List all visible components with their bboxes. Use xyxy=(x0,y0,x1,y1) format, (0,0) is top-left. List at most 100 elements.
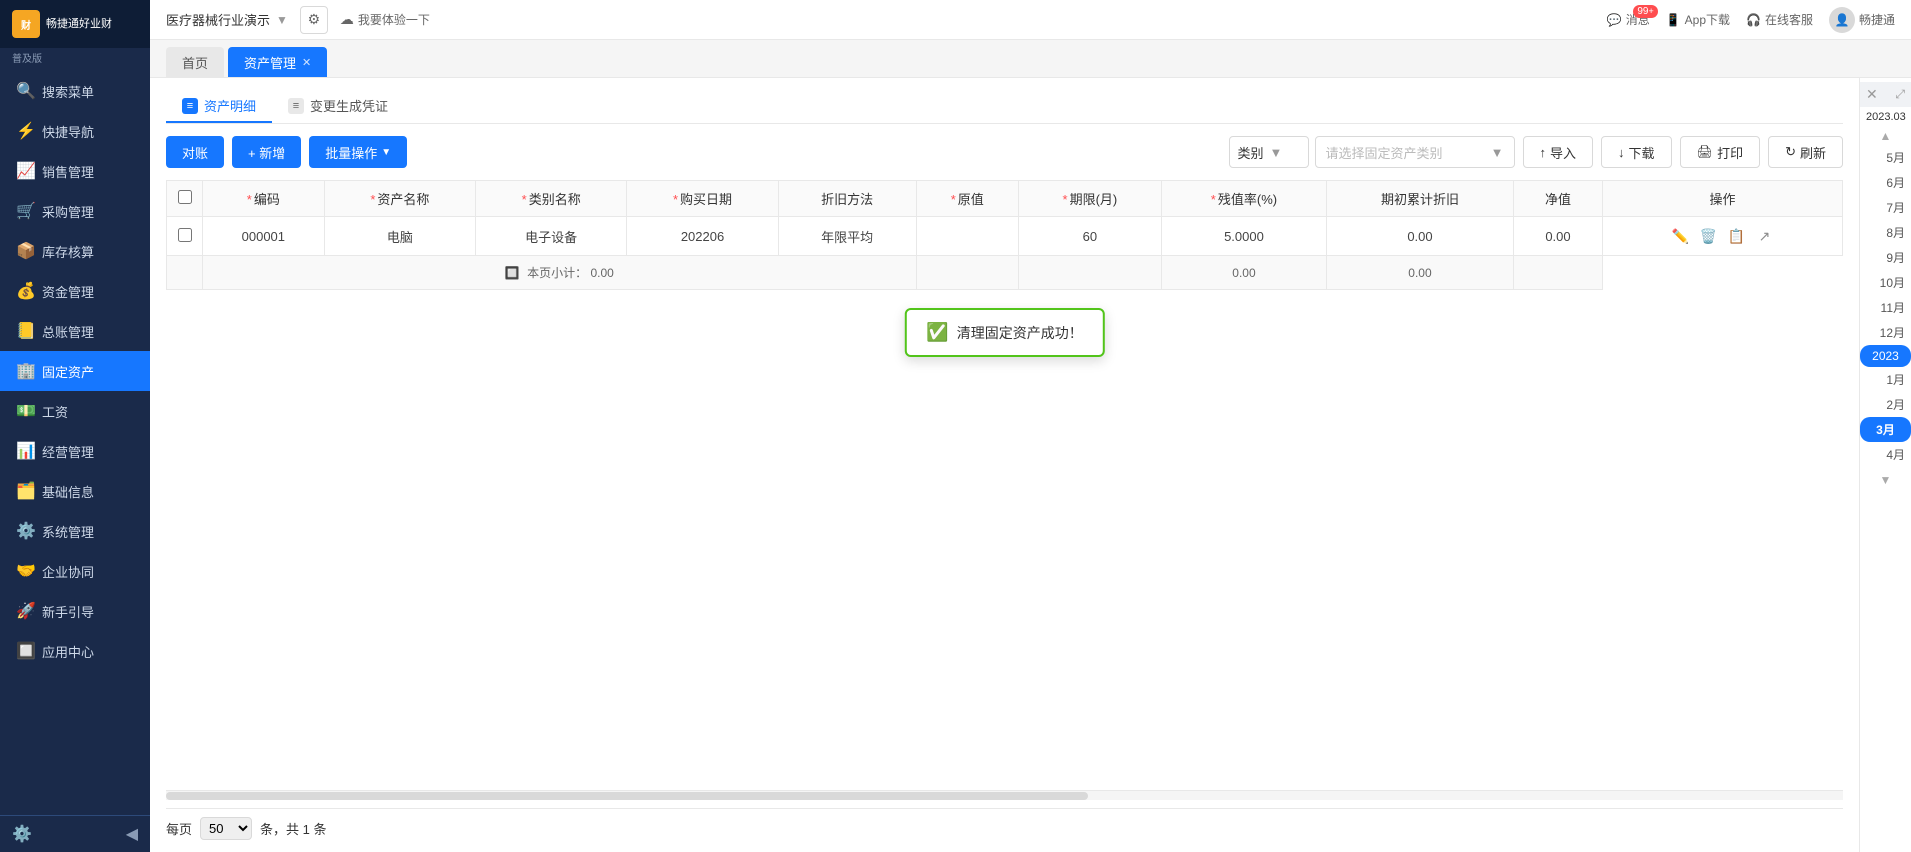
panel-month-apr[interactable]: 4月 xyxy=(1860,442,1911,467)
app-download-button[interactable]: 📱 App下载 xyxy=(1666,11,1730,28)
sidebar-item-app-center[interactable]: 🔲 应用中心 xyxy=(0,631,150,671)
experience-button[interactable]: ☁ 我要体验一下 xyxy=(340,11,430,28)
sub-tab-change-voucher[interactable]: ≡ 变更生成凭证 xyxy=(272,90,404,123)
sidebar-item-guide[interactable]: 🚀 新手引导 xyxy=(0,591,150,631)
category-placeholder-input[interactable]: 请选择固定资产类别 ▼ xyxy=(1315,136,1515,168)
panel-month-5[interactable]: 5月 xyxy=(1860,145,1911,170)
system-icon: ⚙️ xyxy=(16,521,34,541)
col-header-code: *编码 xyxy=(203,181,325,217)
download-button[interactable]: ↓ 下载 xyxy=(1601,136,1672,168)
sidebar-item-label: 库存核算 xyxy=(42,242,94,261)
refresh-button[interactable]: ↻ 刷新 xyxy=(1768,136,1843,168)
cell-depreciation: 年限平均 xyxy=(778,217,916,256)
panel-month-6[interactable]: 6月 xyxy=(1860,170,1911,195)
toast-message: 清理固定资产成功！ xyxy=(957,323,1083,343)
settings-button[interactable]: ⚙ xyxy=(300,6,328,34)
collapse-icon[interactable]: ◀ xyxy=(126,824,138,844)
panel-month-10[interactable]: 10月 xyxy=(1860,270,1911,295)
per-page-select[interactable]: 50 10 20 100 xyxy=(200,817,252,840)
sidebar-item-ledger[interactable]: 📒 总账管理 xyxy=(0,311,150,351)
sidebar-item-finance[interactable]: 💰 资金管理 xyxy=(0,271,150,311)
sidebar-item-label: 资金管理 xyxy=(42,282,94,301)
sidebar-item-basic-info[interactable]: 🗂️ 基础信息 xyxy=(0,471,150,511)
sidebar-item-label: 销售管理 xyxy=(42,162,94,181)
per-page-label: 每页 xyxy=(166,819,192,838)
panel-close-btn[interactable]: ✕ xyxy=(1866,86,1878,103)
sidebar-menu: 🔍 搜索菜单 ⚡ 快捷导航 📈 销售管理 🛒 采购管理 📦 库存核算 💰 资金管… xyxy=(0,71,150,815)
category-select[interactable]: 类别 ▼ xyxy=(1229,136,1309,168)
batch-button[interactable]: 批量操作 ▼ xyxy=(309,136,407,168)
sidebar-item-quicknav[interactable]: ⚡ 快捷导航 xyxy=(0,111,150,151)
subtotal-original: 0.00 xyxy=(590,266,613,280)
more-icon[interactable]: ↗ xyxy=(1753,225,1775,247)
tab-close-icon[interactable]: ✕ xyxy=(302,56,311,69)
panel-month-feb[interactable]: 2月 xyxy=(1860,392,1911,417)
print-button[interactable]: 🖨 打印 xyxy=(1680,136,1761,168)
scrollbar-thumb[interactable] xyxy=(166,792,1088,800)
experience-label: 我要体验一下 xyxy=(358,11,430,28)
print-label: 打印 xyxy=(1717,143,1743,162)
sidebar-edition: 普及版 xyxy=(0,48,150,71)
subtotal-icon: 🔲 xyxy=(505,266,520,280)
ledger-icon: 📒 xyxy=(16,321,34,341)
cell-residual-rate: 5.0000 xyxy=(1161,217,1326,256)
panel-month-9[interactable]: 9月 xyxy=(1860,245,1911,270)
sidebar-item-label: 应用中心 xyxy=(42,642,94,661)
purchase-icon: 🛒 xyxy=(16,201,34,221)
select-all-checkbox[interactable] xyxy=(178,190,192,204)
add-button[interactable]: + 新增 xyxy=(232,136,301,168)
panel-month-jan[interactable]: 1月 xyxy=(1860,367,1911,392)
sidebar-item-inventory[interactable]: 📦 库存核算 xyxy=(0,231,150,271)
sidebar-item-collab[interactable]: 🤝 企业协同 xyxy=(0,551,150,591)
sidebar-item-salary[interactable]: 💵 工资 xyxy=(0,391,150,431)
sub-tabs: ≡ 资产明细 ≡ 变更生成凭证 xyxy=(166,90,1843,124)
reconcile-button[interactable]: 对账 xyxy=(166,136,224,168)
sidebar-item-label: 基础信息 xyxy=(42,482,94,501)
cell-operations: ✏️ 🗑️ 📋 ↗ xyxy=(1602,217,1842,256)
panel-month-7[interactable]: 7月 xyxy=(1860,195,1911,220)
tab-home[interactable]: 首页 xyxy=(166,47,224,77)
message-button[interactable]: 💬 消息 99+ xyxy=(1607,11,1650,28)
panel-month-11[interactable]: 11月 xyxy=(1860,295,1911,320)
panel-expand-btn[interactable]: ⤢ xyxy=(1895,87,1905,102)
sidebar-item-label: 工资 xyxy=(42,402,68,421)
import-button[interactable]: ↑ 导入 xyxy=(1523,136,1594,168)
sidebar-item-system[interactable]: ⚙️ 系统管理 xyxy=(0,511,150,551)
asset-detail-icon: ≡ xyxy=(182,98,198,114)
print-icon: 🖨 xyxy=(1697,144,1714,160)
app-download-icon: 📱 xyxy=(1666,13,1681,27)
company-dropdown-icon[interactable]: ▼ xyxy=(276,13,288,27)
delete-icon[interactable]: 🗑️ xyxy=(1697,225,1719,247)
row-checkbox[interactable] xyxy=(178,228,192,242)
horizontal-scrollbar[interactable] xyxy=(166,790,1843,800)
copy-icon[interactable]: 📋 xyxy=(1725,225,1747,247)
tab-asset-management[interactable]: 资产管理 ✕ xyxy=(228,47,327,77)
col-header-purchase-date: *购买日期 xyxy=(627,181,778,217)
sidebar-item-sales[interactable]: 📈 销售管理 xyxy=(0,151,150,191)
customer-service-button[interactable]: 🎧 在线客服 xyxy=(1746,11,1813,28)
panel-scroll-down[interactable]: ▼ xyxy=(1878,471,1894,489)
table-wrap: *编码 *资产名称 *类别名称 *购买日期 折旧方法 xyxy=(166,180,1843,790)
sidebar-item-label: 固定资产 xyxy=(42,362,94,381)
user-profile[interactable]: 👤 畅捷通 xyxy=(1829,7,1895,33)
edit-icon[interactable]: ✏️ xyxy=(1669,225,1691,247)
customer-service-icon: 🎧 xyxy=(1746,13,1761,27)
panel-month-12[interactable]: 12月 xyxy=(1860,320,1911,345)
management-icon: 📊 xyxy=(16,441,34,461)
sidebar-item-fixed-assets[interactable]: 🏢 固定资产 xyxy=(0,351,150,391)
batch-label: 批量操作 xyxy=(325,143,377,162)
sub-tab-asset-detail[interactable]: ≡ 资产明细 xyxy=(166,90,272,123)
panel-scroll-up[interactable]: ▲ xyxy=(1878,127,1894,145)
col-header-depreciation: 折旧方法 xyxy=(778,181,916,217)
category-label: 类别 xyxy=(1238,143,1264,162)
settings-icon[interactable]: ⚙️ xyxy=(12,824,32,844)
sidebar-item-search[interactable]: 🔍 搜索菜单 xyxy=(0,71,150,111)
panel-month-mar[interactable]: 3月 xyxy=(1860,417,1911,442)
sidebar-item-management[interactable]: 📊 经营管理 xyxy=(0,431,150,471)
sidebar-item-label: 新手引导 xyxy=(42,602,94,621)
panel-month-8[interactable]: 8月 xyxy=(1860,220,1911,245)
sidebar-item-purchase[interactable]: 🛒 采购管理 xyxy=(0,191,150,231)
experience-icon: ☁ xyxy=(340,11,354,28)
message-icon: 💬 xyxy=(1607,13,1622,27)
col-header-period: *期限(月) xyxy=(1018,181,1161,217)
